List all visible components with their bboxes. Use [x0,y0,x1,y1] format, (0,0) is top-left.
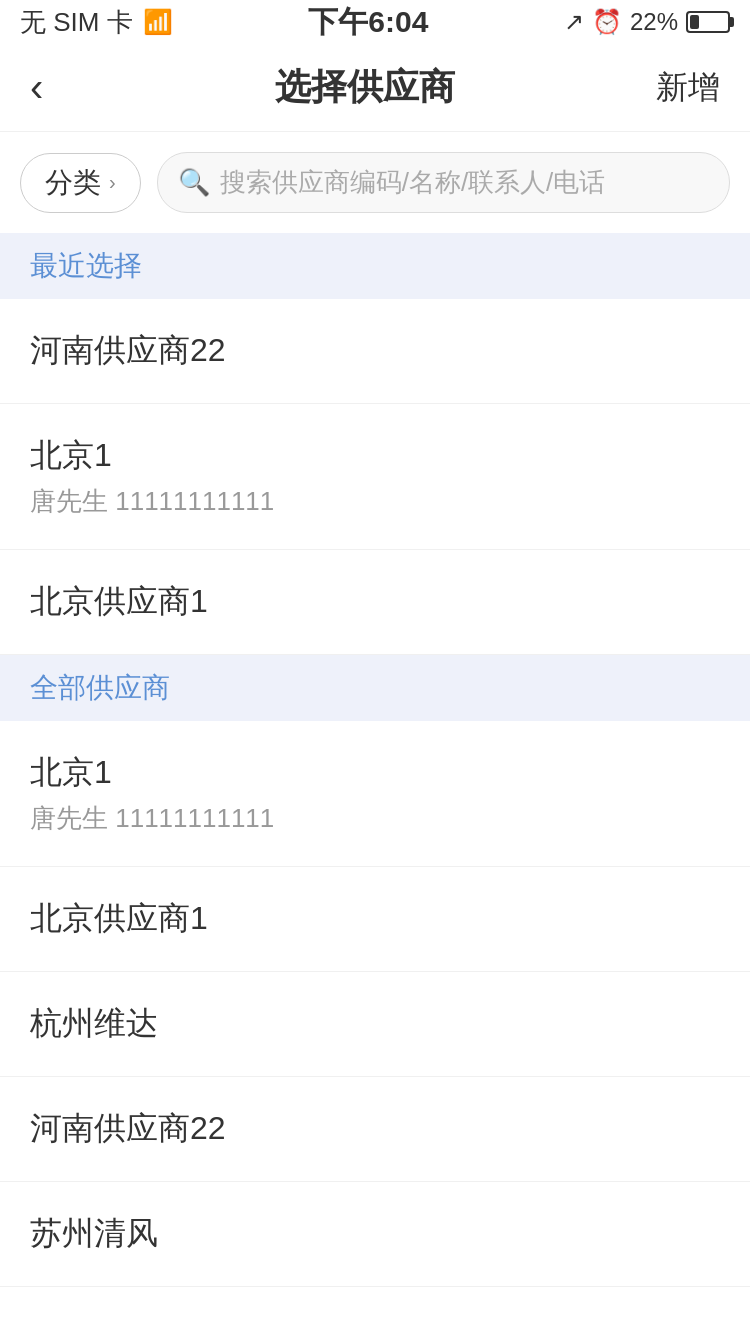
back-button[interactable]: ‹ [30,65,90,110]
page-title: 选择供应商 [275,63,455,112]
all-items-list: 北京1 唐先生 11111111111 北京供应商1 杭州维达 河南供应商22 … [0,721,750,1287]
category-button[interactable]: 分类 › [20,153,141,213]
wifi-icon: 📶 [143,8,173,36]
filter-bar: 分类 › 🔍 搜索供应商编码/名称/联系人/电话 [0,132,750,233]
item-name: 河南供应商22 [30,1107,720,1151]
all-list-item[interactable]: 杭州维达 [0,972,750,1077]
all-list-item[interactable]: 北京供应商1 [0,867,750,972]
item-name: 杭州维达 [30,1002,720,1046]
item-name: 北京供应商1 [30,897,720,941]
recent-list-item[interactable]: 北京供应商1 [0,550,750,655]
recent-list-item[interactable]: 河南供应商22 [0,299,750,404]
recent-items-list: 河南供应商22 北京1 唐先生 11111111111 北京供应商1 [0,299,750,655]
recent-list-item[interactable]: 北京1 唐先生 11111111111 [0,404,750,550]
category-label: 分类 [45,164,101,202]
search-icon: 🔍 [178,167,210,198]
all-section-label: 全部供应商 [30,672,170,703]
item-name: 苏州清风 [30,1212,720,1256]
battery-icon [686,11,730,33]
item-name: 河南供应商22 [30,329,720,373]
recent-section-label: 最近选择 [30,250,142,281]
location-icon: ↗ [564,8,584,36]
status-time: 下午6:04 [308,2,428,43]
item-name: 北京1 [30,434,720,478]
status-bar: 无 SIM 卡 📶 下午6:04 ↗ ⏰ 22% [0,0,750,44]
item-name: 北京供应商1 [30,580,720,624]
item-sub: 唐先生 11111111111 [30,801,720,836]
all-list-item[interactable]: 北京1 唐先生 11111111111 [0,721,750,867]
nav-bar: ‹ 选择供应商 新增 [0,44,750,132]
alarm-icon: ⏰ [592,8,622,36]
all-section-header: 全部供应商 [0,655,750,721]
item-name: 北京1 [30,751,720,795]
status-left: 无 SIM 卡 📶 [20,5,173,40]
battery-percent: 22% [630,8,678,36]
search-placeholder: 搜索供应商编码/名称/联系人/电话 [220,165,606,200]
status-right: ↗ ⏰ 22% [564,8,730,36]
all-list-item[interactable]: 河南供应商22 [0,1077,750,1182]
no-sim-text: 无 SIM 卡 [20,5,133,40]
chevron-right-icon: › [109,171,116,194]
all-list-item[interactable]: 苏州清风 [0,1182,750,1287]
recent-section-header: 最近选择 [0,233,750,299]
search-box[interactable]: 🔍 搜索供应商编码/名称/联系人/电话 [157,152,730,213]
item-sub: 唐先生 11111111111 [30,484,720,519]
new-button[interactable]: 新增 [640,66,720,110]
